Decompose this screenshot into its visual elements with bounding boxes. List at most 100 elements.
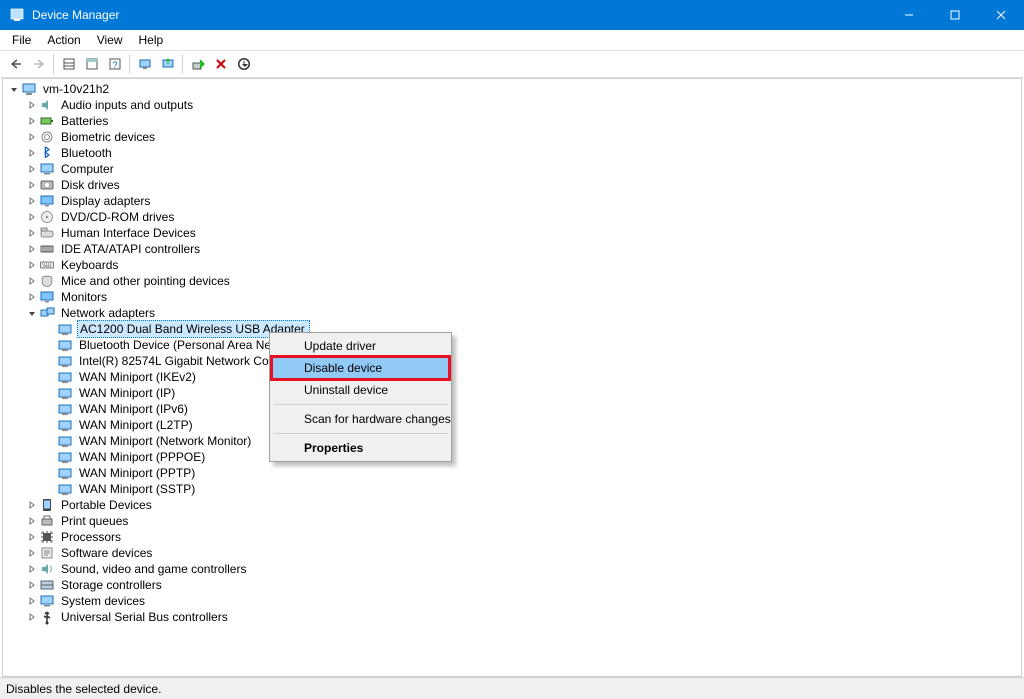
minimize-button[interactable]: [886, 0, 932, 30]
device-category[interactable]: Portable Devices: [3, 497, 1021, 513]
network-adapter-item[interactable]: WAN Miniport (IP): [3, 385, 1021, 401]
device-category[interactable]: Storage controllers: [3, 577, 1021, 593]
device-label: Intel(R) 82574L Gigabit Network Cor: [77, 353, 275, 369]
category-label: Processors: [59, 529, 123, 545]
device-category[interactable]: Computer: [3, 161, 1021, 177]
device-label: WAN Miniport (Network Monitor): [77, 433, 253, 449]
device-category-icon: [39, 561, 55, 577]
collapsed-arrow-icon[interactable]: [25, 194, 39, 208]
collapsed-arrow-icon[interactable]: [25, 530, 39, 544]
context-menu-item[interactable]: Scan for hardware changes: [272, 408, 449, 430]
context-menu-item[interactable]: Uninstall device: [272, 379, 449, 401]
category-label: Keyboards: [59, 257, 120, 273]
forward-button[interactable]: [27, 53, 50, 75]
network-adapter-item[interactable]: WAN Miniport (IKEv2): [3, 369, 1021, 385]
device-category[interactable]: Sound, video and game controllers: [3, 561, 1021, 577]
collapsed-arrow-icon[interactable]: [25, 258, 39, 272]
collapsed-arrow-icon[interactable]: [25, 290, 39, 304]
collapsed-arrow-icon[interactable]: [25, 274, 39, 288]
device-category[interactable]: Universal Serial Bus controllers: [3, 609, 1021, 625]
device-category-icon: [39, 113, 55, 129]
device-category[interactable]: Audio inputs and outputs: [3, 97, 1021, 113]
collapsed-arrow-icon[interactable]: [25, 130, 39, 144]
scan-hardware-button[interactable]: [133, 53, 156, 75]
device-category[interactable]: System devices: [3, 593, 1021, 609]
collapsed-arrow-icon[interactable]: [25, 578, 39, 592]
collapsed-arrow-icon[interactable]: [25, 562, 39, 576]
device-category[interactable]: Mice and other pointing devices: [3, 273, 1021, 289]
expanded-arrow-icon[interactable]: [25, 306, 39, 320]
device-category[interactable]: Print queues: [3, 513, 1021, 529]
device-category[interactable]: DVD/CD-ROM drives: [3, 209, 1021, 225]
device-label: WAN Miniport (L2TP): [77, 417, 195, 433]
network-adapter-icon: [57, 417, 73, 433]
network-adapter-item[interactable]: AC1200 Dual Band Wireless USB Adapter: [3, 321, 1021, 337]
disable-device-button[interactable]: [232, 53, 255, 75]
back-button[interactable]: [4, 53, 27, 75]
collapsed-arrow-icon[interactable]: [25, 178, 39, 192]
device-category[interactable]: Monitors: [3, 289, 1021, 305]
collapsed-arrow-icon[interactable]: [25, 210, 39, 224]
collapsed-arrow-icon[interactable]: [25, 162, 39, 176]
device-category[interactable]: Disk drives: [3, 177, 1021, 193]
device-category-network[interactable]: Network adapters: [3, 305, 1021, 321]
network-adapter-item[interactable]: WAN Miniport (PPPOE): [3, 449, 1021, 465]
device-label: WAN Miniport (IPv6): [77, 401, 190, 417]
menu-file[interactable]: File: [4, 31, 39, 49]
properties-button[interactable]: [80, 53, 103, 75]
device-category-icon: [39, 161, 55, 177]
context-menu-item[interactable]: Properties: [272, 437, 449, 459]
help-button[interactable]: ?: [103, 53, 126, 75]
device-category[interactable]: Biometric devices: [3, 129, 1021, 145]
uninstall-device-button[interactable]: [209, 53, 232, 75]
maximize-button[interactable]: [932, 0, 978, 30]
close-button[interactable]: [978, 0, 1024, 30]
category-label: System devices: [59, 593, 147, 609]
collapsed-arrow-icon[interactable]: [25, 610, 39, 624]
enable-device-button[interactable]: [186, 53, 209, 75]
network-adapter-item[interactable]: WAN Miniport (SSTP): [3, 481, 1021, 497]
collapsed-arrow-icon[interactable]: [25, 514, 39, 528]
collapsed-arrow-icon[interactable]: [25, 594, 39, 608]
menu-action[interactable]: Action: [39, 31, 88, 49]
menu-help[interactable]: Help: [131, 31, 172, 49]
device-category-icon: [39, 513, 55, 529]
device-label: WAN Miniport (SSTP): [77, 481, 197, 497]
network-adapter-item[interactable]: Intel(R) 82574L Gigabit Network Cor: [3, 353, 1021, 369]
computer-root-icon: [21, 81, 37, 97]
show-hide-tree-button[interactable]: [57, 53, 80, 75]
collapsed-arrow-icon[interactable]: [25, 242, 39, 256]
network-adapter-item[interactable]: WAN Miniport (Network Monitor): [3, 433, 1021, 449]
network-adapter-icon: [57, 449, 73, 465]
context-menu-item[interactable]: Disable device: [272, 357, 449, 379]
device-label: WAN Miniport (PPPOE): [77, 449, 207, 465]
network-adapter-item[interactable]: WAN Miniport (IPv6): [3, 401, 1021, 417]
update-driver-button[interactable]: [156, 53, 179, 75]
collapsed-arrow-icon[interactable]: [25, 546, 39, 560]
category-label: Disk drives: [59, 177, 122, 193]
device-category[interactable]: Bluetooth: [3, 145, 1021, 161]
device-category-icon: [39, 225, 55, 241]
device-label: WAN Miniport (PPTP): [77, 465, 197, 481]
collapsed-arrow-icon[interactable]: [25, 114, 39, 128]
tree-root[interactable]: vm-10v21h2: [3, 81, 1021, 97]
device-category[interactable]: IDE ATA/ATAPI controllers: [3, 241, 1021, 257]
network-adapter-item[interactable]: WAN Miniport (L2TP): [3, 417, 1021, 433]
collapsed-arrow-icon[interactable]: [25, 226, 39, 240]
context-menu-item[interactable]: Update driver: [272, 335, 449, 357]
device-category[interactable]: Software devices: [3, 545, 1021, 561]
device-category[interactable]: Keyboards: [3, 257, 1021, 273]
collapsed-arrow-icon[interactable]: [25, 498, 39, 512]
device-category[interactable]: Processors: [3, 529, 1021, 545]
expanded-arrow-icon[interactable]: [7, 82, 21, 96]
menu-view[interactable]: View: [89, 31, 131, 49]
category-label: Biometric devices: [59, 129, 157, 145]
device-category[interactable]: Display adapters: [3, 193, 1021, 209]
collapsed-arrow-icon[interactable]: [25, 98, 39, 112]
network-adapter-item[interactable]: WAN Miniport (PPTP): [3, 465, 1021, 481]
collapsed-arrow-icon[interactable]: [25, 146, 39, 160]
device-category[interactable]: Human Interface Devices: [3, 225, 1021, 241]
device-category[interactable]: Batteries: [3, 113, 1021, 129]
app-icon: [6, 8, 28, 22]
network-adapter-item[interactable]: Bluetooth Device (Personal Area Net: [3, 337, 1021, 353]
